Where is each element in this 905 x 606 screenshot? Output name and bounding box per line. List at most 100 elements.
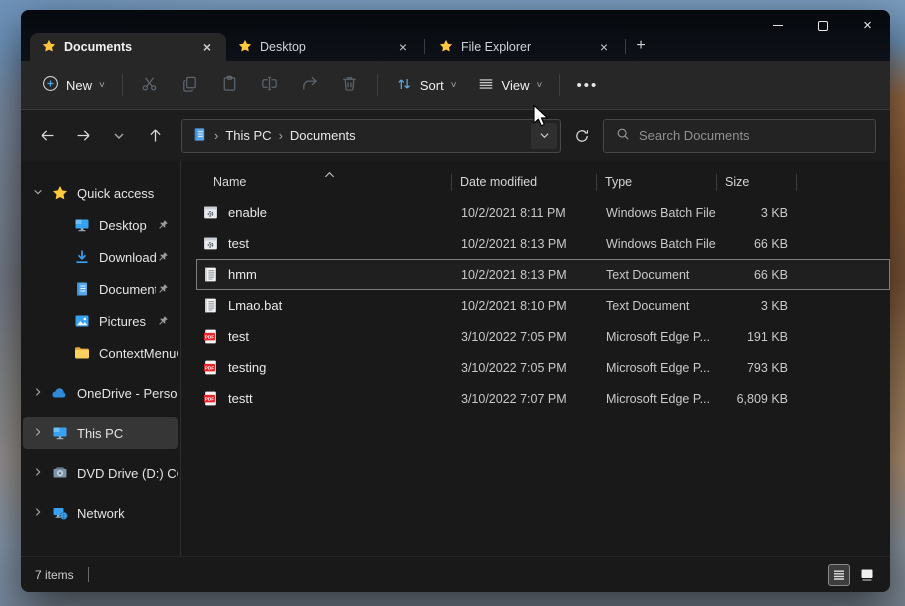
details-view-button[interactable] (828, 564, 850, 586)
paste-button[interactable] (211, 68, 249, 102)
pin-icon (156, 251, 170, 263)
chevron-collapsed-icon[interactable] (32, 507, 44, 519)
dvd-drive-icon (51, 465, 68, 482)
tab-close-icon[interactable]: × (593, 36, 615, 58)
sidebar-item-desktop[interactable]: Desktop (23, 209, 178, 241)
tab-close-icon[interactable]: × (196, 36, 218, 58)
rename-button[interactable] (251, 68, 289, 102)
up-button[interactable] (139, 120, 171, 152)
sort-button-label: Sort (420, 78, 444, 93)
pdf-file-icon: PDF (202, 328, 219, 345)
file-row-lmao-bat[interactable]: Lmao.bat 10/2/2021 8:10 PM Text Document… (196, 290, 890, 321)
cut-button[interactable] (131, 68, 169, 102)
this-pc-icon (51, 425, 68, 442)
file-row-testing-pdf[interactable]: PDFtesting 3/10/2022 7:05 PM Microsoft E… (196, 352, 890, 383)
tab-close-icon[interactable]: × (392, 36, 414, 58)
sidebar-item-label: DVD Drive (D:) CCCO (77, 466, 178, 481)
sidebar-item-label: Pictures (99, 314, 156, 329)
chevron-expanded-icon[interactable] (32, 187, 44, 199)
file-explorer-window: Documents × Desktop × File Explorer × + … (21, 10, 890, 592)
sidebar-item-label: Desktop (99, 218, 156, 233)
pdf-file-icon: PDF (202, 390, 219, 407)
chevron-collapsed-icon[interactable] (32, 387, 44, 399)
refresh-button[interactable] (565, 120, 599, 152)
desktop-icon (73, 217, 90, 234)
sidebar-item-onedrive[interactable]: OneDrive - Personal (23, 377, 178, 409)
new-tab-button[interactable]: + (628, 34, 654, 58)
tab-label: File Explorer (461, 40, 585, 54)
sidebar-item-documents[interactable]: Documents (23, 273, 178, 305)
text-file-icon (202, 266, 219, 283)
breadcrumb-documents[interactable]: Documents (290, 128, 356, 143)
maximize-button[interactable] (800, 10, 845, 41)
column-header-type[interactable]: Type (597, 167, 717, 197)
file-row-test-bat[interactable]: test 10/2/2021 8:13 PM Windows Batch Fil… (196, 228, 890, 259)
search-input[interactable]: Search Documents (603, 119, 876, 153)
back-button[interactable] (31, 120, 63, 152)
file-list-pane: Name Date modified Type Size enable 10/2… (181, 161, 890, 556)
more-icon: ••• (576, 77, 598, 94)
star-icon (42, 39, 56, 56)
circle-plus-icon (42, 75, 59, 95)
chevron-collapsed-icon[interactable] (32, 467, 44, 479)
pictures-icon (73, 313, 90, 330)
copy-icon (180, 74, 199, 96)
column-header-size[interactable]: Size (717, 167, 797, 197)
navigation-pane: Quick access Desktop Downloads Documents (21, 161, 181, 556)
chevron-down-icon: ˅ (99, 80, 105, 91)
tab-label: Desktop (260, 40, 384, 54)
column-header-date-modified[interactable]: Date modified (452, 167, 597, 197)
onedrive-cloud-icon (51, 385, 68, 402)
batch-file-icon (202, 204, 219, 221)
items-count: 7 items (35, 568, 74, 582)
tab-file-explorer[interactable]: File Explorer × (427, 33, 623, 61)
forward-button[interactable] (67, 120, 99, 152)
batch-file-icon (202, 235, 219, 252)
copy-button[interactable] (171, 68, 209, 102)
address-dropdown-button[interactable] (531, 123, 557, 149)
large-icons-view-button[interactable] (856, 564, 878, 586)
tab-label: Documents (64, 40, 188, 54)
recent-locations-button[interactable] (103, 120, 135, 152)
breadcrumb-chevron-icon: › (214, 128, 218, 143)
sidebar-item-quick-access[interactable]: Quick access (23, 177, 178, 209)
sidebar-item-downloads[interactable]: Downloads (23, 241, 178, 273)
network-icon (51, 505, 68, 522)
file-row-hmm[interactable]: hmm 10/2/2021 8:13 PM Text Document 66 K… (196, 259, 890, 290)
chevron-collapsed-icon[interactable] (32, 427, 44, 439)
tab-documents[interactable]: Documents × (30, 33, 226, 61)
toolbar-separator (559, 74, 560, 96)
minimize-button[interactable] (755, 10, 800, 41)
address-bar[interactable]: › This PC › Documents (181, 119, 561, 153)
file-row-enable[interactable]: enable 10/2/2021 8:11 PM Windows Batch F… (196, 197, 890, 228)
sidebar-item-network[interactable]: Network (23, 497, 178, 529)
trash-icon (340, 74, 359, 96)
pdf-file-icon: PDF (202, 359, 219, 376)
delete-button[interactable] (331, 68, 369, 102)
svg-text:PDF: PDF (205, 334, 214, 339)
tab-separator (625, 39, 626, 54)
close-button[interactable]: × (845, 10, 890, 41)
sidebar-item-contextmenucust[interactable]: ContextMenuCust (23, 337, 178, 369)
see-more-button[interactable]: ••• (568, 68, 606, 102)
sidebar-item-this-pc[interactable]: This PC (23, 417, 178, 449)
column-header-name[interactable]: Name (196, 167, 452, 197)
sort-button[interactable]: Sort ˅ (386, 68, 466, 102)
file-row-testt-pdf[interactable]: PDFtestt 3/10/2022 7:07 PM Microsoft Edg… (196, 383, 890, 414)
new-button[interactable]: New ˅ (33, 68, 114, 102)
share-button[interactable] (291, 68, 329, 102)
status-separator (88, 567, 89, 582)
close-icon: × (863, 18, 872, 33)
sidebar-item-label: OneDrive - Personal (77, 386, 178, 401)
status-bar: 7 items (21, 556, 890, 592)
tab-desktop[interactable]: Desktop × (226, 33, 422, 61)
share-icon (300, 74, 319, 96)
breadcrumb-this-pc[interactable]: This PC (225, 128, 271, 143)
sidebar-item-dvd-drive[interactable]: DVD Drive (D:) CCCO (23, 457, 178, 489)
documents-icon (73, 281, 90, 298)
file-row-test-pdf[interactable]: PDFtest 3/10/2022 7:05 PM Microsoft Edge… (196, 321, 890, 352)
window-controls: × (755, 10, 890, 41)
view-button[interactable]: View ˅ (468, 68, 552, 102)
search-placeholder: Search Documents (639, 128, 750, 143)
sidebar-item-pictures[interactable]: Pictures (23, 305, 178, 337)
